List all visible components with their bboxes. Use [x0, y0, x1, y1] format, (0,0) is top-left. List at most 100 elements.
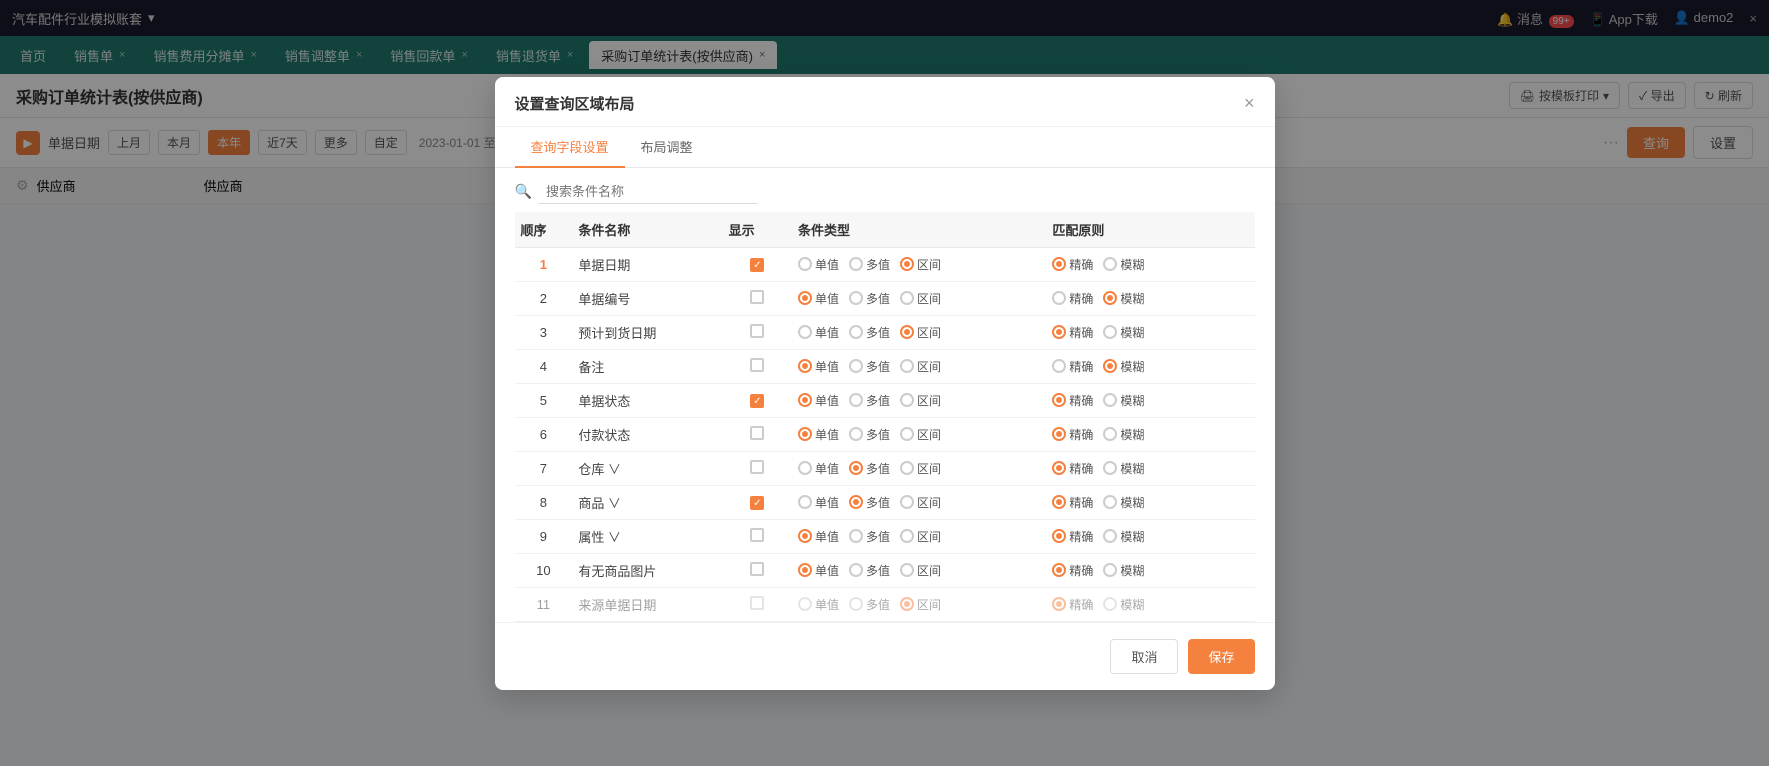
radio-match-精确[interactable]: 精确 — [1052, 494, 1093, 511]
table-row: 9属性 ∨单值多值区间精确模糊 — [515, 519, 1255, 553]
search-icon: 🔍 — [515, 183, 532, 200]
radio-type-多值[interactable]: 多值 — [849, 426, 890, 443]
radio-type-区间[interactable]: 区间 — [900, 460, 941, 477]
row-type-group: 单值多值区间 — [792, 519, 1046, 553]
row-type-group: 单值多值区间 — [792, 587, 1046, 621]
radio-type-区间[interactable]: 区间 — [900, 528, 941, 545]
radio-match-精确[interactable]: 精确 — [1052, 256, 1093, 273]
row-display-checkbox[interactable]: ✓ — [723, 247, 792, 281]
radio-type-区间[interactable]: 区间 — [900, 562, 941, 579]
radio-match-模糊[interactable]: 模糊 — [1103, 290, 1144, 307]
radio-type-多值[interactable]: 多值 — [849, 392, 890, 409]
dialog-tab-query-fields[interactable]: 查询字段设置 — [515, 127, 625, 168]
row-match-group: 精确模糊 — [1046, 383, 1254, 417]
radio-type-区间[interactable]: 区间 — [900, 596, 941, 613]
radio-type-多值[interactable]: 多值 — [849, 358, 890, 375]
radio-match-模糊[interactable]: 模糊 — [1103, 494, 1144, 511]
row-name: 备注 — [572, 349, 722, 383]
radio-type-单值[interactable]: 单值 — [798, 596, 839, 613]
dialog-header: 设置查询区域布局 × — [495, 77, 1275, 127]
radio-match-模糊[interactable]: 模糊 — [1103, 392, 1144, 409]
radio-match-精确[interactable]: 精确 — [1052, 290, 1093, 307]
modal-overlay: 设置查询区域布局 × 查询字段设置 布局调整 🔍 顺序 条件名称 — [0, 0, 1769, 766]
radio-type-单值[interactable]: 单值 — [798, 528, 839, 545]
radio-type-多值[interactable]: 多值 — [849, 324, 890, 341]
radio-match-精确[interactable]: 精确 — [1052, 562, 1093, 579]
row-display-checkbox[interactable] — [723, 315, 792, 349]
radio-match-精确[interactable]: 精确 — [1052, 460, 1093, 477]
radio-match-精确[interactable]: 精确 — [1052, 528, 1093, 545]
radio-type-区间[interactable]: 区间 — [900, 290, 941, 307]
row-display-checkbox[interactable] — [723, 519, 792, 553]
radio-type-多值[interactable]: 多值 — [849, 290, 890, 307]
row-display-checkbox[interactable] — [723, 451, 792, 485]
radio-match-模糊[interactable]: 模糊 — [1103, 324, 1144, 341]
radio-match-模糊[interactable]: 模糊 — [1103, 562, 1144, 579]
table-row: 3预计到货日期单值多值区间精确模糊 — [515, 315, 1255, 349]
row-type-group: 单值多值区间 — [792, 383, 1046, 417]
row-order: 7 — [515, 451, 573, 485]
row-display-checkbox[interactable] — [723, 349, 792, 383]
row-type-group: 单值多值区间 — [792, 349, 1046, 383]
radio-type-多值[interactable]: 多值 — [849, 528, 890, 545]
row-display-checkbox[interactable]: ✓ — [723, 383, 792, 417]
row-display-checkbox[interactable] — [723, 553, 792, 587]
search-input[interactable] — [538, 180, 758, 204]
radio-match-精确[interactable]: 精确 — [1052, 426, 1093, 443]
radio-type-多值[interactable]: 多值 — [849, 494, 890, 511]
radio-match-模糊[interactable]: 模糊 — [1103, 460, 1144, 477]
conditions-table: 顺序 条件名称 显示 条件类型 匹配原则 1单据日期✓单值多值区间精确模糊2单据… — [515, 212, 1255, 622]
radio-match-精确[interactable]: 精确 — [1052, 392, 1093, 409]
row-order: 9 — [515, 519, 573, 553]
radio-match-模糊[interactable]: 模糊 — [1103, 596, 1144, 613]
row-type-group: 单值多值区间 — [792, 417, 1046, 451]
radio-type-多值[interactable]: 多值 — [849, 460, 890, 477]
radio-match-精确[interactable]: 精确 — [1052, 596, 1093, 613]
row-match-group: 精确模糊 — [1046, 247, 1254, 281]
row-display-checkbox[interactable] — [723, 417, 792, 451]
save-btn[interactable]: 保存 — [1188, 639, 1254, 674]
radio-type-区间[interactable]: 区间 — [900, 358, 941, 375]
radio-type-单值[interactable]: 单值 — [798, 324, 839, 341]
dialog-close-btn[interactable]: × — [1244, 94, 1255, 112]
radio-type-多值[interactable]: 多值 — [849, 596, 890, 613]
radio-type-单值[interactable]: 单值 — [798, 256, 839, 273]
radio-type-区间[interactable]: 区间 — [900, 494, 941, 511]
row-display-checkbox[interactable] — [723, 587, 792, 621]
radio-type-单值[interactable]: 单值 — [798, 494, 839, 511]
cancel-btn[interactable]: 取消 — [1110, 639, 1178, 674]
radio-match-精确[interactable]: 精确 — [1052, 324, 1093, 341]
row-name: 仓库 ∨ — [572, 451, 722, 485]
radio-type-单值[interactable]: 单值 — [798, 426, 839, 443]
radio-match-模糊[interactable]: 模糊 — [1103, 426, 1144, 443]
radio-type-区间[interactable]: 区间 — [900, 256, 941, 273]
radio-type-多值[interactable]: 多值 — [849, 562, 890, 579]
row-type-group: 单值多值区间 — [792, 315, 1046, 349]
row-type-group: 单值多值区间 — [792, 485, 1046, 519]
radio-type-区间[interactable]: 区间 — [900, 324, 941, 341]
radio-type-单值[interactable]: 单值 — [798, 460, 839, 477]
row-name: 预计到货日期 — [572, 315, 722, 349]
row-display-checkbox[interactable]: ✓ — [723, 485, 792, 519]
col-header-display: 显示 — [723, 212, 792, 248]
radio-type-区间[interactable]: 区间 — [900, 426, 941, 443]
row-display-checkbox[interactable] — [723, 281, 792, 315]
row-name: 来源单据日期 — [572, 587, 722, 621]
radio-match-模糊[interactable]: 模糊 — [1103, 256, 1144, 273]
row-name: 付款状态 — [572, 417, 722, 451]
radio-type-单值[interactable]: 单值 — [798, 392, 839, 409]
radio-type-单值[interactable]: 单值 — [798, 358, 839, 375]
radio-type-区间[interactable]: 区间 — [900, 392, 941, 409]
radio-match-模糊[interactable]: 模糊 — [1103, 528, 1144, 545]
row-type-group: 单值多值区间 — [792, 247, 1046, 281]
row-match-group: 精确模糊 — [1046, 417, 1254, 451]
radio-type-多值[interactable]: 多值 — [849, 256, 890, 273]
row-name: 单据状态 — [572, 383, 722, 417]
dialog-tab-layout[interactable]: 布局调整 — [625, 127, 709, 168]
radio-type-单值[interactable]: 单值 — [798, 562, 839, 579]
radio-match-精确[interactable]: 精确 — [1052, 358, 1093, 375]
radio-type-单值[interactable]: 单值 — [798, 290, 839, 307]
radio-match-模糊[interactable]: 模糊 — [1103, 358, 1144, 375]
col-header-name: 条件名称 — [572, 212, 722, 248]
table-row: 6付款状态单值多值区间精确模糊 — [515, 417, 1255, 451]
